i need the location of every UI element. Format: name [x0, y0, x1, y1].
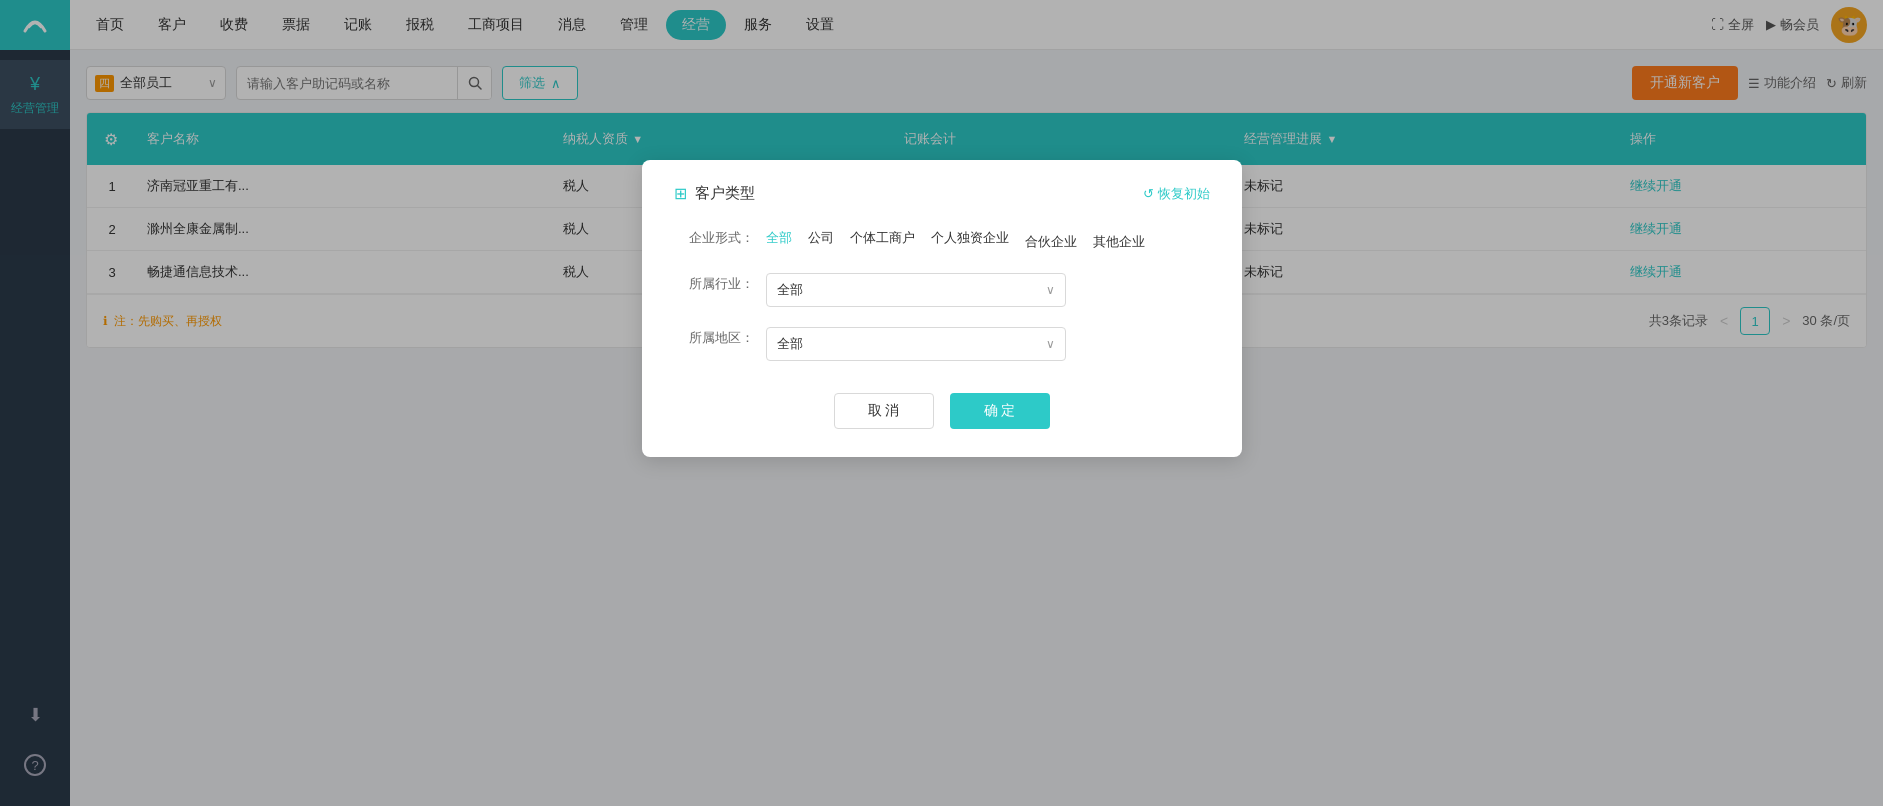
cancel-button[interactable]: 取 消	[834, 393, 934, 429]
dialog-title: ⊞ 客户类型	[674, 184, 755, 203]
region-label: 所属地区：	[674, 327, 754, 347]
enterprise-options: 全部 公司 个体工商户 个人独资企业 合伙企业 其他企业	[766, 227, 1145, 253]
region-select[interactable]: 全部 ∨	[766, 327, 1066, 361]
enterprise-label: 企业形式：	[674, 227, 754, 247]
option-all[interactable]: 全部	[766, 227, 792, 253]
industry-value: 全部	[777, 281, 803, 299]
dialog-title-text: 客户类型	[695, 184, 755, 203]
region-row: 所属地区： 全部 ∨	[674, 327, 1210, 361]
option-individual[interactable]: 个体工商户	[850, 227, 915, 253]
enterprise-form-row: 企业形式： 全部 公司 个体工商户 个人独资企业 合伙企业 其他企业	[674, 227, 1210, 253]
region-value: 全部	[777, 335, 803, 353]
industry-select[interactable]: 全部 ∨	[766, 273, 1066, 307]
region-arrow: ∨	[1046, 337, 1055, 351]
modal-overlay: ⊞ 客户类型 ↺ 恢复初始 企业形式： 全部 公司 个体工商户 个人独资企业 合…	[0, 0, 1883, 806]
option-partnership[interactable]: 合伙企业	[1025, 231, 1077, 253]
reset-icon: ↺	[1143, 186, 1154, 201]
industry-arrow: ∨	[1046, 283, 1055, 297]
industry-label: 所属行业：	[674, 273, 754, 293]
option-company[interactable]: 公司	[808, 227, 834, 253]
option-other[interactable]: 其他企业	[1093, 231, 1145, 253]
dialog-footer: 取 消 确 定	[674, 393, 1210, 429]
dialog-header: ⊞ 客户类型 ↺ 恢复初始	[674, 184, 1210, 203]
reset-button[interactable]: ↺ 恢复初始	[1143, 185, 1210, 203]
confirm-button[interactable]: 确 定	[950, 393, 1050, 429]
option-sole[interactable]: 个人独资企业	[931, 227, 1009, 253]
customer-type-dialog: ⊞ 客户类型 ↺ 恢复初始 企业形式： 全部 公司 个体工商户 个人独资企业 合…	[642, 160, 1242, 457]
dialog-title-icon: ⊞	[674, 184, 687, 203]
industry-row: 所属行业： 全部 ∨	[674, 273, 1210, 307]
reset-label: 恢复初始	[1158, 185, 1210, 203]
